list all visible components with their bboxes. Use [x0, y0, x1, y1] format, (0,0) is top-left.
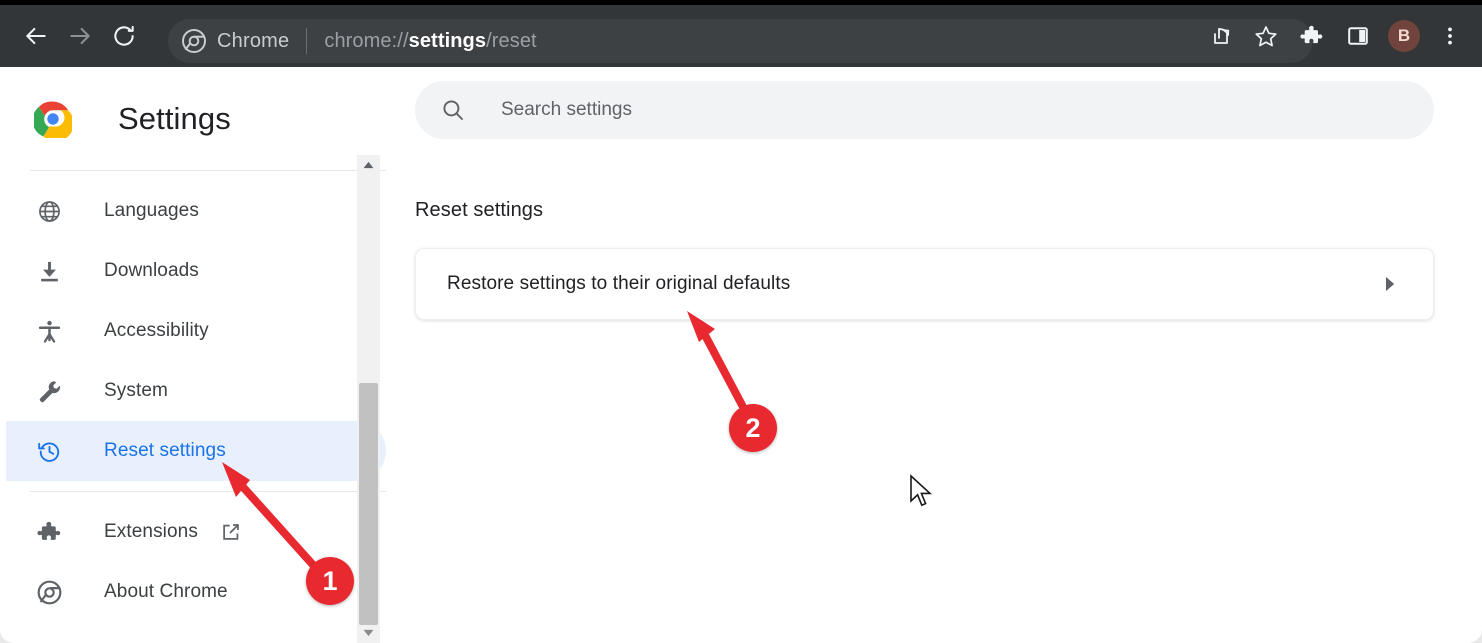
sidebar-item-label: About Chrome	[104, 581, 228, 602]
side-panel-icon[interactable]	[1336, 14, 1380, 58]
browser-window: Chrome chrome://settings/reset B Setting…	[0, 0, 1482, 643]
sidebar-item-label: Languages	[104, 200, 199, 221]
three-dots-vertical-icon[interactable]	[1428, 14, 1472, 58]
reload-button[interactable]	[102, 14, 146, 58]
browser-toolbar: Chrome chrome://settings/reset B	[0, 5, 1482, 67]
sidebar-item-downloads[interactable]: Downloads	[6, 241, 386, 301]
share-icon[interactable]	[1198, 14, 1242, 58]
chrome-icon	[182, 29, 206, 53]
sidebar-item-accessibility[interactable]: Accessibility	[6, 301, 386, 361]
omnibox-separator	[306, 28, 308, 54]
toolbar-right-group: B	[1198, 5, 1482, 67]
sidebar-group-1: Languages Downloads Accessibility System…	[6, 171, 386, 481]
page-title: Settings	[118, 100, 231, 136]
sidebar-item-extensions[interactable]: Extensions	[6, 502, 386, 562]
puzzle-icon[interactable]	[1290, 14, 1334, 58]
sidebar-item-system[interactable]: System	[6, 361, 386, 421]
wrench-icon	[36, 378, 62, 404]
sidebar-item-label: Extensions	[104, 521, 198, 542]
search-placeholder: Search settings	[501, 99, 632, 120]
external-link-icon[interactable]	[220, 521, 242, 543]
settings-main-content: Search settings Reset settings Restore s…	[386, 67, 1482, 643]
url-prefix: chrome://	[324, 29, 409, 52]
chrome-outline-icon	[36, 579, 62, 605]
address-bar[interactable]: Chrome chrome://settings/reset	[168, 19, 1313, 63]
globe-icon	[36, 198, 62, 224]
url-host: settings	[408, 29, 487, 52]
annotation-badge-1: 1	[306, 557, 354, 605]
search-icon	[441, 98, 465, 122]
forward-button[interactable]	[58, 14, 102, 58]
toolbar-action-buttons: B	[1198, 14, 1472, 58]
sidebar-scrollbar[interactable]	[357, 155, 380, 643]
annotation-badge-2: 2	[729, 404, 777, 452]
settings-page: Settings Languages Downloads Accessibili…	[6, 67, 1482, 643]
restore-defaults-label: Restore settings to their original defau…	[447, 273, 791, 294]
section-title: Reset settings	[415, 199, 544, 221]
avatar[interactable]: B	[1382, 14, 1426, 58]
settings-header: Settings	[6, 67, 386, 170]
download-icon	[36, 258, 62, 284]
search-input[interactable]: Search settings	[415, 81, 1434, 139]
restore-defaults-row[interactable]: Restore settings to their original defau…	[415, 248, 1434, 320]
restore-clock-icon	[36, 438, 62, 464]
sidebar-item-label: Downloads	[104, 260, 199, 281]
accessibility-icon	[36, 318, 62, 344]
caret-up-icon[interactable]	[357, 155, 380, 175]
star-icon[interactable]	[1244, 14, 1288, 58]
navigation-buttons	[14, 14, 146, 58]
avatar-letter: B	[1388, 20, 1420, 52]
omnibox-site-label: Chrome	[217, 29, 290, 52]
sidebar-item-label: Accessibility	[104, 320, 209, 341]
chrome-logo-icon	[32, 100, 74, 141]
chevron-right-icon	[1383, 276, 1397, 292]
sidebar-item-label: System	[104, 380, 168, 401]
back-button[interactable]	[14, 14, 58, 58]
caret-down-icon[interactable]	[357, 623, 380, 643]
sidebar-item-languages[interactable]: Languages	[6, 181, 386, 241]
scrollbar-thumb[interactable]	[359, 383, 378, 625]
sidebar-item-reset-settings[interactable]: Reset settings	[6, 421, 386, 481]
omnibox-url: chrome://settings/reset	[324, 30, 536, 53]
url-path: /reset	[486, 29, 537, 52]
puzzle-icon	[36, 519, 62, 545]
sidebar-item-label: Reset settings	[104, 440, 226, 461]
